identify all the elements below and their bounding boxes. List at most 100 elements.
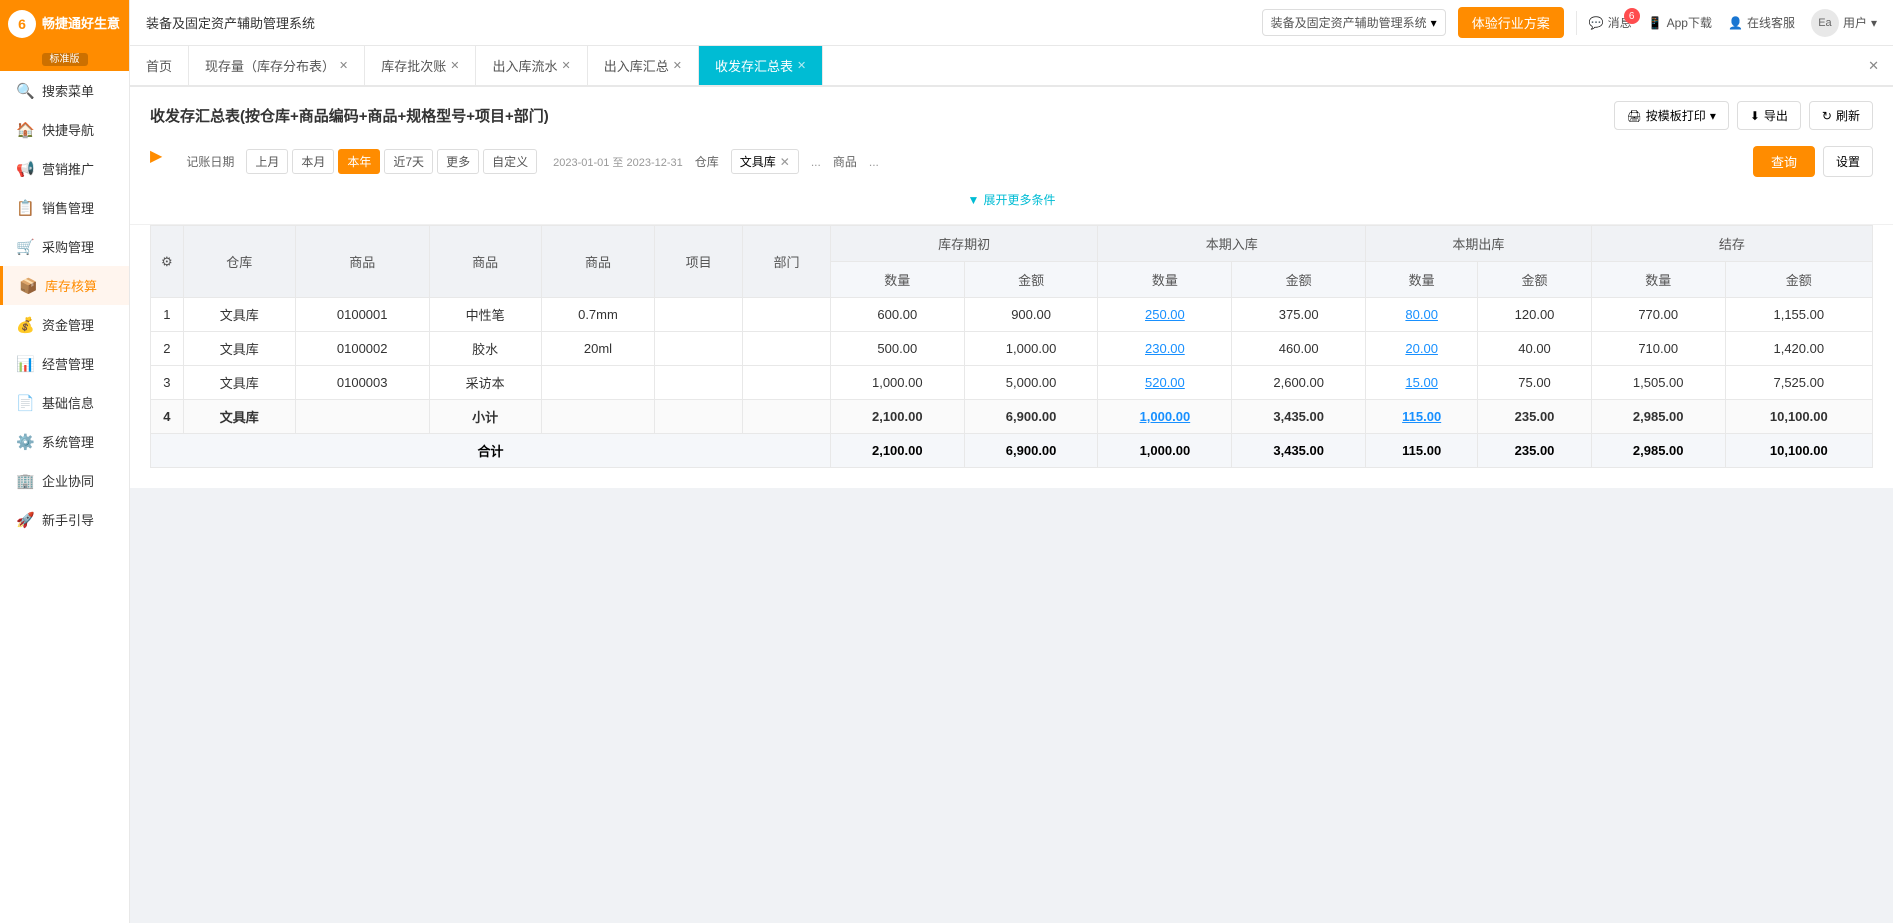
date-btn-this-month[interactable]: 本月 [292, 149, 334, 174]
date-btn-more[interactable]: 更多 [437, 149, 479, 174]
date-label: 记账日期 [186, 153, 234, 170]
tabbar: 首页 现存量（库存分布表） ✕ 库存批次账 ✕ 出入库流水 ✕ 出入库汇总 ✕ … [130, 46, 1893, 87]
subtotal-init-qty: 2,100.00 [830, 400, 964, 434]
table-row: 3 文具库 0100003 采访本 1,000.00 5,000.00 520.… [151, 366, 1873, 400]
subtotal-no: 4 [151, 400, 184, 434]
purchase-icon: 🛒 [16, 238, 34, 256]
tab-in-out-flow[interactable]: 出入库流水 ✕ [476, 46, 587, 85]
date-btn-custom[interactable]: 自定义 [483, 149, 537, 174]
row-out-qty[interactable]: 80.00 [1366, 298, 1478, 332]
col-group-out: 本期出库 [1366, 226, 1592, 262]
row-bal-amt: 1,420.00 [1725, 332, 1872, 366]
row-bal-qty: 1,505.00 [1591, 366, 1725, 400]
tab-close-in-out-summary[interactable]: ✕ [673, 59, 682, 72]
row-name: 中性笔 [429, 298, 541, 332]
sidebar-item-basic-info[interactable]: 📄 基础信息 [0, 383, 129, 422]
experience-button[interactable]: 体验行业方案 [1458, 7, 1564, 38]
date-btn-this-year[interactable]: 本年 [338, 149, 380, 174]
tab-close-inventory-dist[interactable]: ✕ [339, 59, 348, 72]
refresh-button[interactable]: ↻ 刷新 [1809, 101, 1873, 130]
sidebar-item-search[interactable]: 🔍 搜索菜单 [0, 71, 129, 110]
home-icon: 🏠 [16, 121, 34, 139]
sidebar-item-guide[interactable]: 🚀 新手引导 [0, 500, 129, 539]
row-in-amt: 2,600.00 [1232, 366, 1366, 400]
tab-receipt-summary[interactable]: 收发存汇总表 ✕ [699, 46, 823, 85]
subtotal-dept [743, 400, 831, 434]
sidebar-item-purchase[interactable]: 🛒 采购管理 [0, 227, 129, 266]
sub-init-amt: 金额 [964, 262, 1098, 298]
chevron-down-icon: ▾ [1431, 16, 1437, 30]
export-icon: ⬇ [1750, 109, 1760, 123]
sidebar-item-quick-nav[interactable]: 🏠 快捷导航 [0, 110, 129, 149]
row-bal-qty: 770.00 [1591, 298, 1725, 332]
app-download-action[interactable]: 📱 App下载 [1648, 14, 1712, 31]
subtotal-in-amt: 3,435.00 [1232, 400, 1366, 434]
row-project [655, 332, 743, 366]
setting-button[interactable]: 设置 [1823, 146, 1873, 177]
export-button[interactable]: ⬇ 导出 [1737, 101, 1801, 130]
row-spec: 0.7mm [541, 298, 654, 332]
search-icon: 🔍 [16, 82, 34, 100]
sidebar-item-inventory[interactable]: 📦 库存核算 [0, 266, 129, 305]
tab-close-batch-ledger[interactable]: ✕ [450, 59, 459, 72]
row-spec: 20ml [541, 332, 654, 366]
tab-batch-ledger[interactable]: 库存批次账 ✕ [365, 46, 476, 85]
system-select[interactable]: 装备及固定资产辅助管理系统 ▾ [1262, 9, 1446, 36]
filter-collapse-icon[interactable]: ▶ [150, 146, 162, 166]
subtotal-row: 4 文具库 小计 2,100.00 6,900.00 1,000.00 3,43… [151, 400, 1873, 434]
refresh-icon: ↻ [1822, 109, 1832, 123]
row-out-qty[interactable]: 20.00 [1366, 332, 1478, 366]
inventory-icon: 📦 [19, 277, 37, 295]
tab-in-out-summary[interactable]: 出入库汇总 ✕ [588, 46, 699, 85]
sidebar-item-system[interactable]: ⚙️ 系统管理 [0, 422, 129, 461]
message-action[interactable]: 💬 消息 6 [1589, 14, 1632, 31]
warehouse-tag: 文具库 ✕ [731, 149, 799, 174]
basic-info-icon: 📄 [16, 394, 34, 412]
warehouse-more-btn[interactable]: ... [811, 155, 821, 169]
row-name: 采访本 [429, 366, 541, 400]
row-in-qty[interactable]: 250.00 [1098, 298, 1232, 332]
online-service-action[interactable]: 👤 在线客服 [1728, 14, 1795, 31]
row-out-qty[interactable]: 15.00 [1366, 366, 1478, 400]
row-init-qty: 1,000.00 [830, 366, 964, 400]
tabbar-close-all[interactable]: ✕ [1854, 48, 1893, 84]
expand-icon: ▼ [968, 193, 980, 207]
tab-inventory-dist[interactable]: 现存量（库存分布表） ✕ [189, 46, 365, 85]
tab-home[interactable]: 首页 [130, 46, 189, 85]
sub-in-amt: 金额 [1232, 262, 1366, 298]
date-btn-7days[interactable]: 近7天 [384, 149, 433, 174]
row-in-qty[interactable]: 520.00 [1098, 366, 1232, 400]
col-group-bal: 结存 [1591, 226, 1872, 262]
row-dept [743, 298, 831, 332]
row-warehouse: 文具库 [183, 332, 295, 366]
sidebar-item-finance[interactable]: 💰 资金管理 [0, 305, 129, 344]
sidebar-item-operations[interactable]: 📊 经营管理 [0, 344, 129, 383]
system-title: 装备及固定资产辅助管理系统 [146, 13, 1250, 32]
sidebar-item-enterprise[interactable]: 🏢 企业协同 [0, 461, 129, 500]
date-btn-last-month[interactable]: 上月 [246, 149, 288, 174]
topbar: 装备及固定资产辅助管理系统 装备及固定资产辅助管理系统 ▾ 体验行业方案 💬 消… [130, 0, 1893, 46]
expand-conditions-btn[interactable]: ▼ 展开更多条件 [968, 185, 1056, 214]
subtotal-in-qty[interactable]: 1,000.00 [1098, 400, 1232, 434]
query-button[interactable]: 查询 [1753, 146, 1815, 177]
sub-init-qty: 数量 [830, 262, 964, 298]
sidebar-item-marketing[interactable]: 📢 营销推广 [0, 149, 129, 188]
date-range: 2023-01-01 至 2023-12-31 [553, 154, 683, 170]
sidebar-item-sales[interactable]: 📋 销售管理 [0, 188, 129, 227]
subtotal-project [655, 400, 743, 434]
subtotal-out-qty[interactable]: 115.00 [1366, 400, 1478, 434]
user-action[interactable]: Ea 用户 ▾ [1811, 9, 1877, 37]
content-area: 收发存汇总表(按仓库+商品编码+商品+规格型号+项目+部门) 🖨 按模板打印 ▾… [130, 87, 1893, 923]
avatar: Ea [1811, 9, 1839, 37]
row-in-qty[interactable]: 230.00 [1098, 332, 1232, 366]
col-product-code: 商品 [295, 226, 429, 298]
warehouse-remove-btn[interactable]: ✕ [780, 155, 790, 169]
row-init-amt: 1,000.00 [964, 332, 1098, 366]
tab-close-in-out-flow[interactable]: ✕ [562, 59, 571, 72]
product-more-btn[interactable]: ... [869, 155, 879, 169]
col-settings[interactable]: ⚙ [151, 226, 184, 298]
system-icon: ⚙️ [16, 433, 34, 451]
tab-close-receipt-summary[interactable]: ✕ [797, 59, 806, 72]
filter-area: ▶ 记账日期 上月 本月 本年 近7天 更多 自定义 [130, 136, 1893, 225]
print-button[interactable]: 🖨 按模板打印 ▾ [1614, 101, 1729, 130]
